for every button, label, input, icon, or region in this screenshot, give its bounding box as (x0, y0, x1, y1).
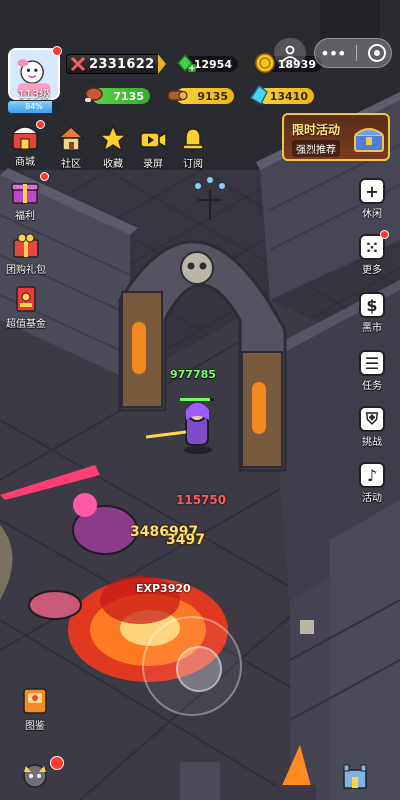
shop-label: 商城 (15, 157, 35, 168)
more-label: 更多 (362, 265, 382, 276)
combat-power-value: 2331622 (89, 56, 155, 72)
mini-program-profile-button[interactable] (274, 38, 306, 68)
user-icon (282, 45, 298, 62)
meat-icon (85, 87, 103, 102)
star-icon (98, 124, 128, 153)
joystick-knob[interactable] (176, 646, 222, 692)
treasure-chest-icon (354, 128, 384, 152)
capsule-divider (356, 45, 358, 61)
gem-counter[interactable]: + 12954 (177, 53, 238, 74)
wood-counter[interactable]: 9135 (167, 88, 234, 104)
tasks-button[interactable]: ☰ 任务 (359, 350, 385, 392)
bell-icon (182, 128, 204, 153)
challenge-label: 挑战 (362, 437, 382, 448)
crystal-counter[interactable]: 13410 (249, 84, 314, 106)
group-gift-label: 团购礼包 (6, 265, 46, 276)
dragon-notification-dot (50, 756, 64, 770)
crystal-value: 13410 (269, 89, 308, 103)
castle-button[interactable] (340, 760, 370, 790)
hero-hp-number: 977785 (170, 368, 216, 381)
group-gift-button[interactable]: 团购礼包 (6, 230, 46, 276)
favorite-button[interactable]: 收藏 (98, 124, 128, 170)
virtual-joystick[interactable] (142, 616, 242, 716)
svg-text:+: + (188, 64, 196, 74)
meat-counter[interactable]: 7135 (85, 87, 150, 104)
codex-button[interactable]: 图鉴 (20, 686, 50, 732)
black-market-button[interactable]: $ 黑市 (359, 292, 385, 334)
exp-progress-bar: 84% (8, 101, 60, 113)
crossed-swords-icon (70, 56, 86, 72)
video-camera-icon (140, 131, 167, 149)
event-subtitle: 强烈推荐 (292, 140, 340, 157)
value-fund-button[interactable]: 超值基金 (6, 284, 46, 330)
record-label: 录屏 (143, 159, 163, 170)
more-options-icon[interactable]: ••• (320, 44, 346, 63)
exp-percent: 84% (25, 102, 43, 111)
red-envelope-icon (16, 286, 36, 312)
dragon-head-icon (23, 764, 47, 788)
challenge-button[interactable]: ⛨ 挑战 (359, 406, 385, 448)
welfare-button[interactable]: 福利 (10, 176, 40, 222)
avatar-notification-dot (52, 46, 62, 56)
damage-number-3: 3497 (166, 532, 205, 548)
castle-icon (343, 764, 367, 789)
limited-event-banner[interactable]: 限时活动 强烈推荐 (282, 113, 390, 161)
codex-label: 图鉴 (25, 721, 45, 732)
idle-label: 休闲 (362, 209, 382, 220)
black-market-label: 黑市 (362, 323, 382, 334)
value-fund-label: 超值基金 (6, 319, 46, 330)
event-title: 限时活动 (292, 123, 341, 137)
subscribe-button[interactable]: 订阅 (178, 124, 208, 170)
welfare-notification-dot (40, 172, 49, 181)
green-gem-icon: + (177, 53, 196, 74)
wood-value: 9135 (197, 89, 228, 103)
combat-power-ribbon (158, 54, 166, 74)
mini-program-capsule: ••• (314, 38, 392, 68)
book-icon (23, 688, 47, 714)
gold-coin-icon (255, 53, 275, 73)
gem-value: 12954 (193, 57, 232, 71)
wood-log-icon (167, 90, 188, 101)
gift-box-icon (11, 183, 39, 204)
activity-label: 活动 (362, 493, 382, 504)
community-label: 社区 (61, 159, 81, 170)
favorite-label: 收藏 (103, 159, 123, 170)
shop-notification-dot (36, 120, 45, 129)
gift-pack-icon (13, 233, 39, 258)
list-icon: ☰ (359, 350, 385, 376)
dragon-menu-button[interactable] (20, 760, 50, 790)
alarm-bell-icon: ♪ (359, 462, 385, 488)
house-icon (57, 125, 85, 151)
money-bag-icon: $ (359, 292, 385, 318)
welfare-label: 福利 (15, 211, 35, 222)
activity-button[interactable]: ♪ 活动 (359, 462, 385, 504)
meat-value: 7135 (113, 89, 144, 103)
tasks-label: 任务 (362, 381, 382, 392)
close-mini-program-icon[interactable] (367, 44, 386, 62)
record-button[interactable]: 录屏 (138, 124, 168, 170)
shop-button[interactable]: 商城 (10, 122, 40, 168)
exp-gain-text: EXP3920 (136, 582, 191, 595)
plus-icon: + (359, 178, 385, 204)
idle-button[interactable]: + 休闲 (359, 178, 385, 220)
blue-crystal-icon (249, 84, 268, 106)
combat-power-display[interactable]: 2331622 (66, 54, 160, 74)
community-button[interactable]: 社区 (56, 124, 86, 170)
more-notification-dot (380, 230, 389, 239)
subscribe-label: 订阅 (183, 159, 203, 170)
shield-icon: ⛨ (359, 406, 385, 432)
player-level: 113级 (18, 88, 50, 101)
more-button[interactable]: ⁙ 更多 (359, 234, 385, 276)
damage-number-1: 115750 (176, 493, 227, 507)
